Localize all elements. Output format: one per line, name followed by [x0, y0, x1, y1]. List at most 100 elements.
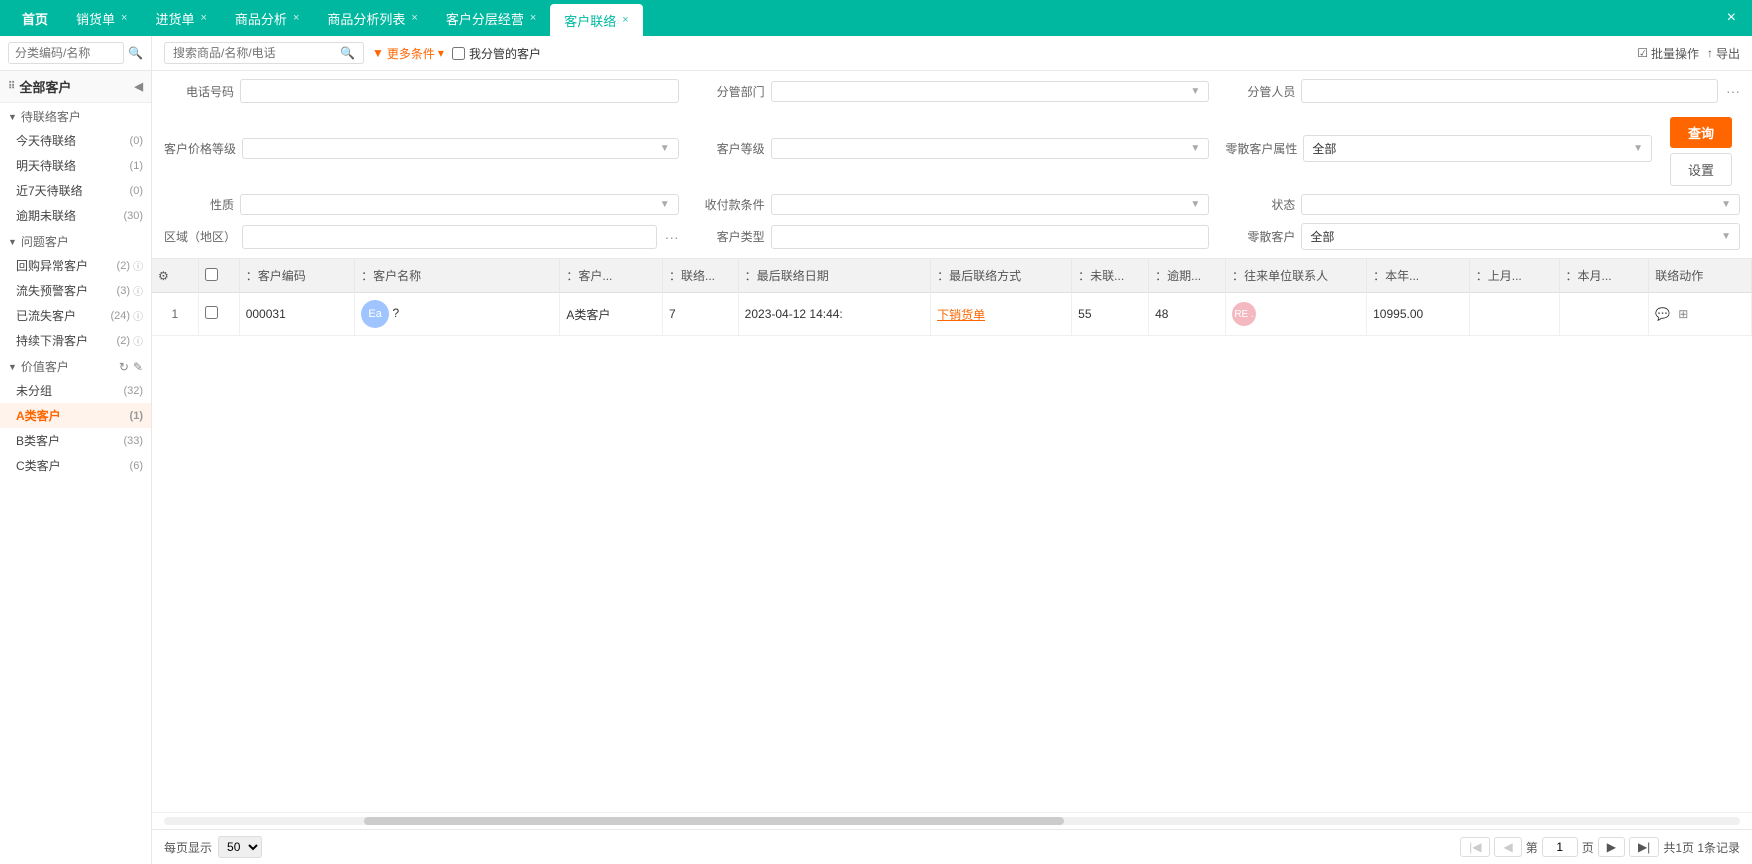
retail-select[interactable]: 全部 ▼ — [1301, 223, 1740, 250]
filter-manager: 分管人员 ··· — [1225, 79, 1740, 103]
col-contact-person[interactable]: ：往来单位联系人 — [1226, 259, 1367, 293]
col-last-method[interactable]: ：最后联络方式 — [931, 259, 1072, 293]
next-page-btn[interactable]: ▶ — [1598, 837, 1625, 857]
sidebar-item-overdue-contact[interactable]: 逾期未联络 (30) — [0, 203, 151, 228]
sidebar-item-ungrouped[interactable]: 未分组 (32) — [0, 378, 151, 403]
row-checkbox[interactable] — [198, 293, 239, 336]
row-code: 000031 — [239, 293, 354, 336]
col-checkbox[interactable] — [198, 259, 239, 293]
close-icon[interactable]: × — [121, 12, 127, 24]
content-area: 🔍 ▼ 更多条件 ▾ 我分管的客户 ☑ 批量操作 — [152, 36, 1752, 864]
sidebar-group-pending[interactable]: ▼ 待联络客户 — [0, 103, 151, 128]
nature-select[interactable]: ▼ — [240, 194, 679, 215]
customer-type-input[interactable] — [771, 225, 1210, 249]
nav-product-analysis-list[interactable]: 商品分析列表 × — [313, 0, 431, 36]
col-contact[interactable]: ：联络... — [662, 259, 738, 293]
row-last-method[interactable]: 下销货单 — [931, 293, 1072, 336]
collapse-icon[interactable]: ◀ — [135, 80, 143, 93]
close-icon[interactable]: × — [200, 12, 206, 24]
region-input[interactable] — [242, 225, 657, 249]
row-grade: A类客户 — [560, 293, 663, 336]
page-size-area: 每页显示 50 — [164, 836, 262, 858]
main-search-input[interactable] — [173, 46, 336, 60]
close-icon[interactable]: × — [411, 12, 417, 24]
sidebar-item-churn-warning[interactable]: 流失预警客户 (3) ⓘ — [0, 278, 151, 303]
filter-nature: 性质 ▼ — [164, 194, 679, 215]
sidebar-search-icon[interactable]: 🔍 — [128, 46, 143, 60]
refresh-icon[interactable]: ↻ — [119, 360, 129, 374]
scrollbar-track[interactable] — [164, 817, 1740, 825]
search-icon[interactable]: 🔍 — [340, 46, 355, 60]
select-all-checkbox[interactable] — [205, 268, 218, 281]
dropdown-arrow-icon: ▼ — [660, 143, 670, 154]
dots-select-icon[interactable]: ··· — [1726, 83, 1740, 99]
sidebar-item-b-customers[interactable]: B类客户 (33) — [0, 428, 151, 453]
qr-icon[interactable]: ⊞ — [1678, 307, 1688, 321]
dropdown-arrow-icon: ▼ — [1721, 231, 1731, 242]
app-close-button[interactable]: × — [1719, 5, 1744, 31]
my-customers-checkbox[interactable]: 我分管的客户 — [452, 45, 541, 62]
sidebar-item-today-contact[interactable]: 今天待联络 (0) — [0, 128, 151, 153]
dept-select[interactable]: ▼ — [771, 81, 1210, 102]
close-icon[interactable]: × — [293, 12, 299, 24]
customer-level-select[interactable]: ▼ — [771, 138, 1210, 159]
sidebar-all-customers-header[interactable]: ⠿ 全部客户 ◀ — [0, 71, 151, 103]
prev-page-btn[interactable]: ◀ — [1494, 837, 1521, 857]
col-this-year[interactable]: ：本年... — [1367, 259, 1470, 293]
col-code[interactable]: ：客户编码 — [239, 259, 354, 293]
nav-purchase-order[interactable]: 进货单 × — [141, 0, 220, 36]
col-this-month[interactable]: ：本月... — [1559, 259, 1649, 293]
sidebar-search-input[interactable] — [8, 42, 124, 64]
col-grade[interactable]: ：客户... — [560, 259, 663, 293]
sidebar-item-declining[interactable]: 持续下滑客户 (2) ⓘ — [0, 328, 151, 353]
app-container: 首页 销货单 × 进货单 × 商品分析 × 商品分析列表 × 客户分层经营 × … — [0, 0, 1752, 864]
sidebar-item-c-customers[interactable]: C类客户 (6) — [0, 453, 151, 478]
my-customers-input[interactable] — [452, 47, 465, 60]
close-icon[interactable]: × — [530, 12, 536, 24]
sidebar-item-tomorrow-contact[interactable]: 明天待联络 (1) — [0, 153, 151, 178]
col-not-contact[interactable]: ：未联... — [1072, 259, 1149, 293]
filter-retail: 零散客户 全部 ▼ — [1225, 223, 1740, 250]
horizontal-scrollbar[interactable] — [152, 812, 1752, 829]
status-select[interactable]: ▼ — [1301, 194, 1740, 215]
filter-more-btn[interactable]: ▼ 更多条件 ▾ — [372, 45, 444, 62]
sidebar-item-churned[interactable]: 已流失客户 (24) ⓘ — [0, 303, 151, 328]
dots-select-icon[interactable]: ··· — [665, 229, 679, 245]
scrollbar-thumb[interactable] — [364, 817, 1064, 825]
page-size-select[interactable]: 50 — [218, 836, 262, 858]
nav-product-analysis[interactable]: 商品分析 × — [221, 0, 313, 36]
payment-select[interactable]: ▼ — [771, 194, 1210, 215]
phone-input[interactable] — [240, 79, 679, 103]
settings-button[interactable]: 设置 — [1670, 153, 1732, 186]
query-button[interactable]: 查询 — [1670, 117, 1732, 148]
col-last-date[interactable]: ：最后联络日期 — [738, 259, 930, 293]
nav-home[interactable]: 首页 — [8, 0, 62, 36]
batch-ops-btn[interactable]: ☑ 批量操作 — [1637, 45, 1699, 62]
sidebar-item-repeat-abnormal[interactable]: 回购异常客户 (2) ⓘ — [0, 253, 151, 278]
close-icon[interactable]: × — [622, 14, 628, 26]
export-btn[interactable]: ↑ 导出 — [1707, 45, 1740, 62]
nav-customer-segment[interactable]: 客户分层经营 × — [432, 0, 550, 36]
info-icon: ⓘ — [133, 283, 143, 298]
page-number-input[interactable] — [1542, 837, 1578, 857]
sidebar-item-7days-contact[interactable]: 近7天待联络 (0) — [0, 178, 151, 203]
price-level-select[interactable]: ▼ — [242, 138, 679, 159]
last-page-btn[interactable]: ▶| — [1629, 837, 1659, 857]
col-overdue[interactable]: ：逾期... — [1149, 259, 1226, 293]
col-gear[interactable]: ⚙ — [152, 259, 198, 293]
nav-customer-contact[interactable]: 客户联络 × — [550, 4, 642, 36]
chat-icon[interactable]: 💬 — [1655, 307, 1670, 321]
col-name[interactable]: ：客户名称 — [355, 259, 560, 293]
row-select-checkbox[interactable] — [205, 306, 218, 319]
first-page-btn[interactable]: |◀ — [1460, 837, 1490, 857]
manager-input[interactable] — [1301, 79, 1718, 103]
nav-sales-order[interactable]: 销货单 × — [62, 0, 141, 36]
edit-icon[interactable]: ✎ — [133, 360, 143, 374]
col-last-month[interactable]: ：上月... — [1469, 259, 1559, 293]
sidebar-item-a-customers[interactable]: A类客户 (1) — [0, 403, 151, 428]
row-this-year: 10995.00 — [1367, 293, 1470, 336]
retail-attr-select[interactable]: 全部 ▼ — [1303, 135, 1652, 162]
sidebar-group-value[interactable]: ▼ 价值客户 ↻ ✎ — [0, 353, 151, 378]
dots-icon: ⠿ — [8, 81, 15, 92]
sidebar-group-problem[interactable]: ▼ 问题客户 — [0, 228, 151, 253]
